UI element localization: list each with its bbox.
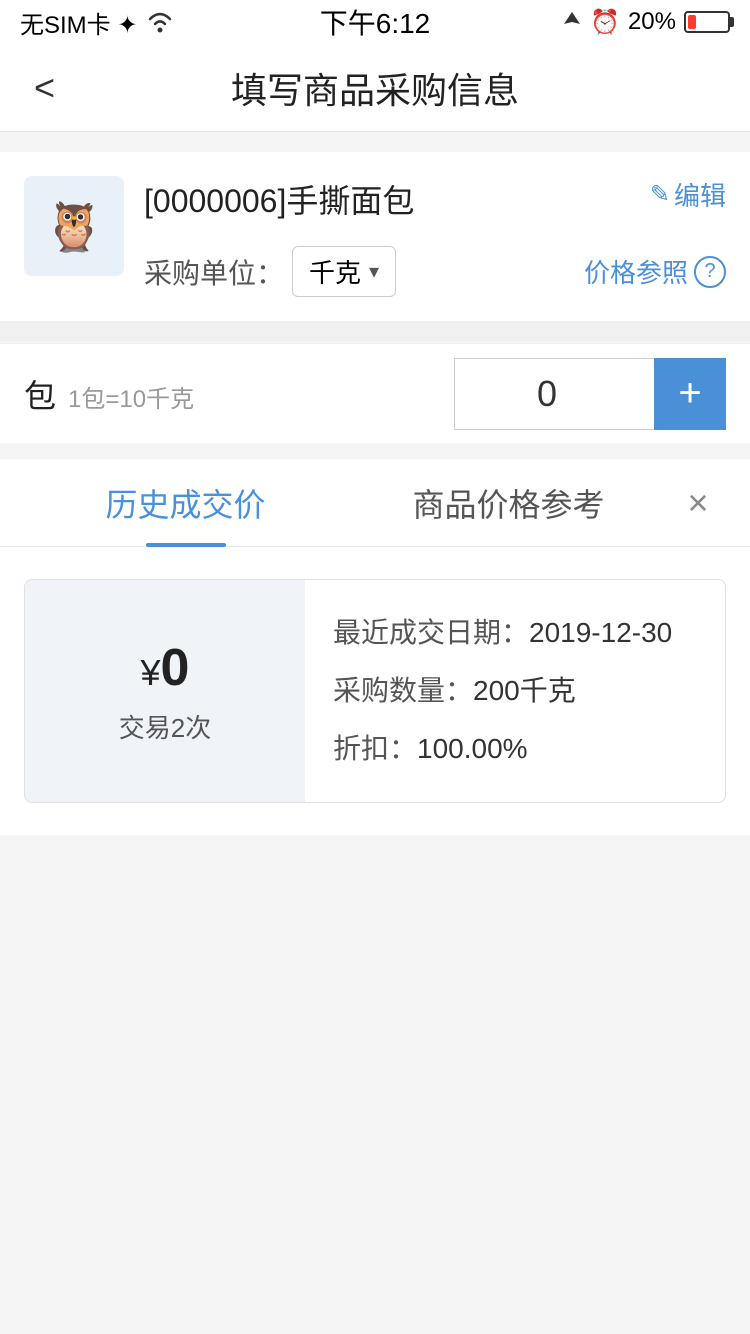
panel-content: ¥0 交易2次 最近成交日期：2019-12-30 采购数量：200千克 折扣：… — [0, 547, 750, 835]
recent-date-value: 2019-12-30 — [529, 617, 672, 648]
status-time: 下午6:12 — [320, 2, 431, 42]
quantity-unit: 包 — [24, 371, 56, 417]
battery-percent: 20% — [628, 8, 676, 36]
quantity-input-wrap: + — [454, 358, 726, 430]
back-button[interactable]: < — [24, 57, 65, 119]
tab-history-price[interactable]: 历史成交价 — [24, 459, 347, 547]
tab-price-reference[interactable]: 商品价格参考 — [347, 459, 670, 547]
quantity-section: 包 1包=10千克 + — [0, 343, 750, 443]
price-ref-label: 价格参照 — [584, 253, 688, 290]
status-right: ⏰ 20% — [562, 8, 730, 37]
carrier-text: 无SIM卡 ✦ — [20, 5, 137, 40]
quantity-conversion: 1包=10千克 — [68, 379, 194, 414]
discount-value: 100.00% — [417, 733, 528, 764]
currency-symbol: ¥ — [141, 652, 161, 693]
quantity-plus-button[interactable]: + — [654, 358, 726, 430]
section-divider-1 — [0, 321, 750, 341]
edit-icon: ✎ — [650, 180, 670, 209]
status-left: 无SIM卡 ✦ — [20, 5, 175, 40]
transaction-price: ¥0 — [141, 638, 190, 698]
purchase-quantity-row: 采购数量：200千克 — [333, 670, 697, 712]
status-bar: 无SIM卡 ✦ 下午6:12 ⏰ 20% — [0, 0, 750, 44]
unit-value: 千克 — [309, 253, 361, 290]
price-value: 0 — [161, 639, 190, 697]
recent-date-label: 最近成交日期： — [333, 617, 529, 648]
product-card: 🦉 [0000006]手撕面包 ✎ 编辑 采购单位： 千克 ▾ 价格参照 ? — [0, 152, 750, 321]
chevron-down-icon: ▾ — [369, 259, 379, 284]
unit-select[interactable]: 千克 ▾ — [292, 246, 396, 297]
wifi-icon — [145, 11, 175, 33]
panel-close-button[interactable]: × — [670, 475, 726, 531]
price-reference-button[interactable]: 价格参照 ? — [584, 253, 726, 290]
discount-label: 折扣： — [333, 733, 417, 764]
recent-date-row: 最近成交日期：2019-12-30 — [333, 612, 697, 654]
alarm-icon: ⏰ — [590, 8, 620, 37]
purchase-quantity-label: 采购数量： — [333, 675, 473, 706]
transaction-details: 最近成交日期：2019-12-30 采购数量：200千克 折扣：100.00% — [305, 580, 725, 802]
product-name: [0000006]手撕面包 — [144, 176, 414, 222]
bottom-panel: 历史成交价 商品价格参考 × ¥0 交易2次 最近成交日期：2019-12-30… — [0, 459, 750, 835]
battery-icon — [684, 11, 730, 33]
product-logo-icon: 🦉 — [44, 198, 104, 255]
product-info: [0000006]手撕面包 ✎ 编辑 采购单位： 千克 ▾ 价格参照 ? — [144, 176, 726, 297]
location-icon — [562, 10, 582, 34]
edit-label: 编辑 — [674, 176, 726, 213]
page-title: 填写商品采购信息 — [231, 62, 519, 114]
purchase-quantity-value: 200千克 — [473, 675, 576, 706]
discount-row: 折扣：100.00% — [333, 728, 697, 770]
edit-button[interactable]: ✎ 编辑 — [650, 176, 726, 213]
question-icon: ? — [694, 256, 726, 288]
page-header: < 填写商品采购信息 — [0, 44, 750, 132]
transaction-count: 交易2次 — [119, 708, 211, 745]
tab-bar: 历史成交价 商品价格参考 × — [0, 459, 750, 547]
quantity-input[interactable] — [454, 358, 654, 430]
transaction-price-summary: ¥0 交易2次 — [25, 580, 305, 802]
transaction-card: ¥0 交易2次 最近成交日期：2019-12-30 采购数量：200千克 折扣：… — [24, 579, 726, 803]
product-thumbnail: 🦉 — [24, 176, 124, 276]
unit-label: 采购单位： — [144, 252, 284, 292]
